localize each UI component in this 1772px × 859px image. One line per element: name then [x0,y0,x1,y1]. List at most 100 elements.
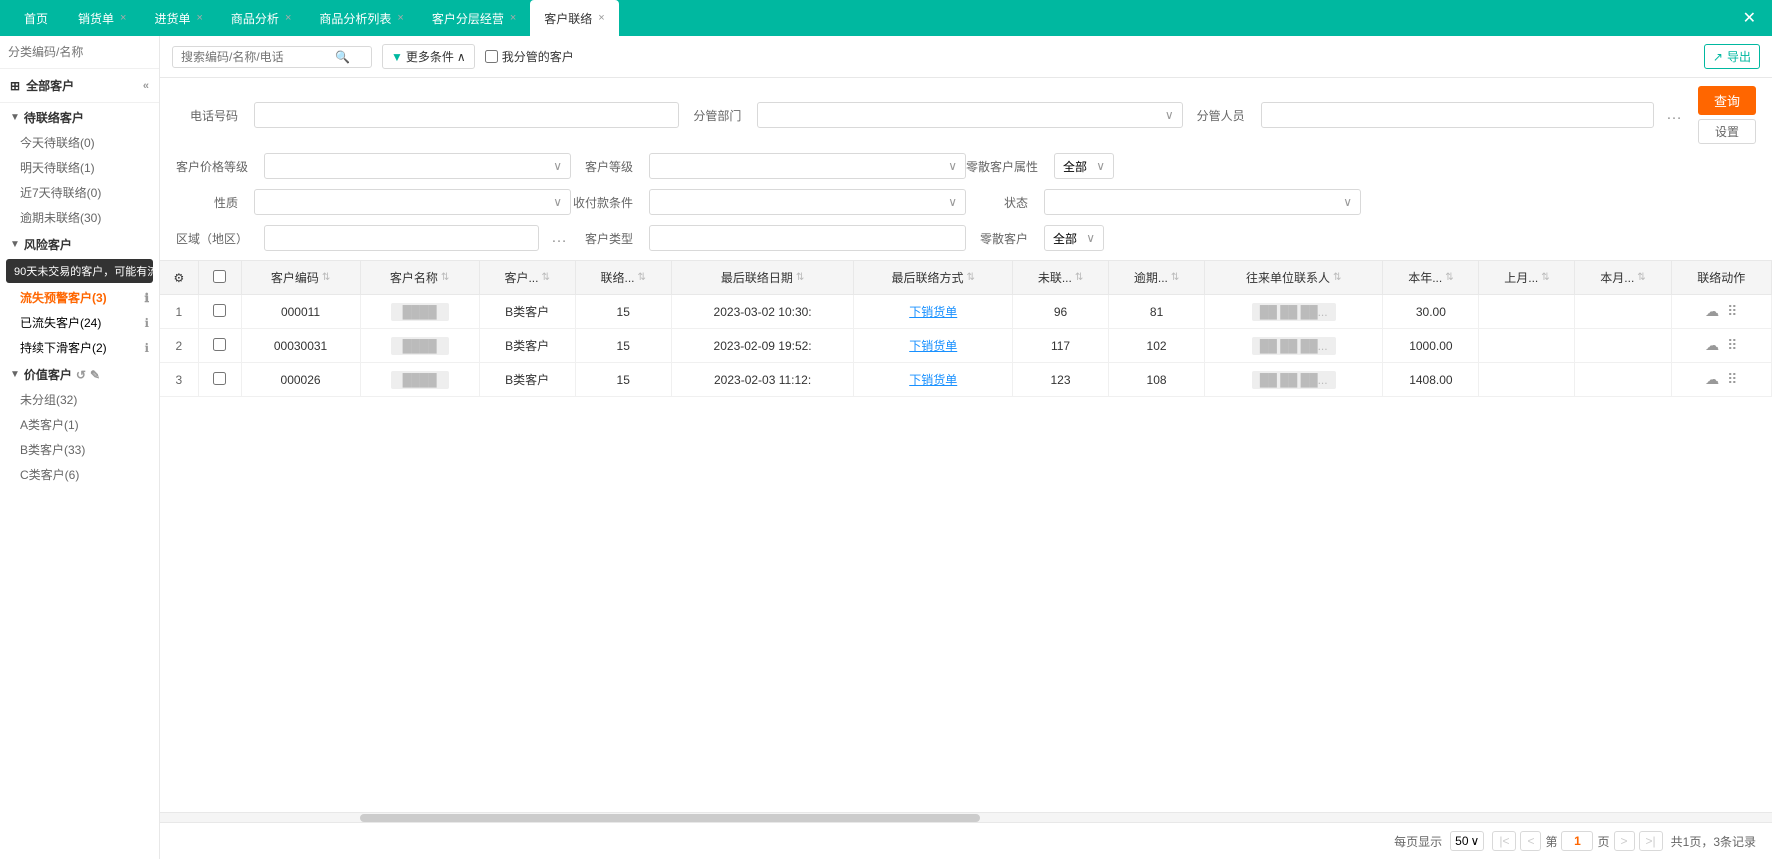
th-uncontacted-sort[interactable]: ⇅ [1075,272,1083,283]
gender-select[interactable]: ∨ [254,189,571,215]
value-refresh-icon[interactable]: ↺ [76,368,86,382]
tab-analysis[interactable]: 商品分析 × [217,0,305,36]
th-last-month: 上月... ⇅ [1479,261,1575,295]
last-page-btn[interactable]: >| [1639,831,1663,851]
tab-customer-tier-close[interactable]: × [510,12,516,24]
sidebar-item-week[interactable]: 近7天待联络(0) [0,180,159,205]
my-customers-filter[interactable]: 我分管的客户 [485,48,574,65]
horizontal-scrollbar[interactable] [160,812,1772,822]
th-type-sort[interactable]: ⇅ [541,272,549,283]
th-contact-sort[interactable]: ⇅ [638,272,646,283]
sidebar-item-unsorted[interactable]: 未分组(32) [0,387,159,412]
sidebar-section-pending[interactable]: ▼ 待联络客户 [0,103,159,130]
first-page-btn[interactable]: |< [1492,831,1516,851]
action-buttons: 查询 设置 [1686,86,1756,144]
tab-sales[interactable]: 销货单 × [64,0,140,36]
page-number-input[interactable] [1561,831,1593,851]
zero-attr-select[interactable]: 全部 ∨ [1054,153,1114,179]
value-arrow-icon: ▼ [10,369,20,380]
tab-analysis-list-label: 商品分析列表 [319,10,391,27]
level-select[interactable]: ∨ [649,153,966,179]
sidebar-item-b-class[interactable]: B类客户(33) [0,437,159,462]
next-page-btn[interactable]: > [1614,831,1635,851]
unsorted-label: 未分组(32) [20,391,77,408]
prev-page-btn[interactable]: < [1520,831,1541,851]
action-more-icon[interactable]: ⠿ [1727,303,1737,320]
sidebar-item-declining[interactable]: 持续下滑客户(2) ℹ [0,335,159,360]
th-unit-contact-sort[interactable]: ⇅ [1333,272,1341,283]
tab-analysis-close[interactable]: × [285,12,291,24]
select-all-checkbox[interactable] [213,270,226,283]
dept-select[interactable]: ∨ [757,102,1182,128]
region-more-btn[interactable]: … [547,229,571,247]
sidebar-section-risk[interactable]: ▼ 风险客户 [0,230,159,257]
sidebar-section-value[interactable]: ▼ 价值客户 ↺ ✎ [0,360,159,387]
th-last-date-sort[interactable]: ⇅ [796,272,804,283]
last-method-link[interactable]: 下销货单 [909,373,957,387]
manager-label: 分管人员 [1183,107,1253,124]
th-last-month-sort[interactable]: ⇅ [1541,272,1549,283]
sidebar-item-c-class[interactable]: C类客户(6) [0,462,159,487]
th-this-month-sort[interactable]: ⇅ [1637,272,1645,283]
value-edit-icon[interactable]: ✎ [90,368,100,382]
tab-sales-close[interactable]: × [120,12,126,24]
per-page-select[interactable]: 50 ∨ [1450,831,1484,851]
tab-analysis-list-close[interactable]: × [397,12,403,24]
sidebar-item-a-class[interactable]: A类客户(1) [0,412,159,437]
window-close-button[interactable]: ✕ [1735,8,1764,28]
th-name-sort[interactable]: ⇅ [441,272,449,283]
last-method-link[interactable]: 下销货单 [909,305,957,319]
more-conditions-btn[interactable]: ▼ 更多条件 ∧ [382,44,475,69]
tab-analysis-label: 商品分析 [231,10,279,27]
manager-select[interactable] [1261,102,1654,128]
sidebar-item-churned[interactable]: 已流失客户(24) ℹ [0,310,159,335]
phone-input[interactable] [254,102,679,128]
query-button[interactable]: 查询 [1698,86,1756,115]
action-contact-icon[interactable]: ☁ [1705,371,1719,388]
th-unit-contact-label: 往来单位联系人 [1246,269,1330,286]
sidebar-item-overdue[interactable]: 逾期未联络(30) [0,205,159,230]
tab-purchase[interactable]: 进货单 × [140,0,216,36]
sidebar-all-customers[interactable]: ⊞ 全部客户 « [0,69,159,103]
status-select[interactable]: ∨ [1044,189,1361,215]
payment-select[interactable]: ∨ [649,189,966,215]
tab-purchase-close[interactable]: × [196,12,202,24]
sidebar-item-today[interactable]: 今天待联络(0) [0,130,159,155]
th-code-sort[interactable]: ⇅ [322,272,330,283]
th-last-method-sort[interactable]: ⇅ [967,272,975,283]
retail-select[interactable]: 全部 ∨ [1044,225,1104,251]
export-button[interactable]: ↗ 导出 [1704,44,1760,69]
manager-more-btn[interactable]: … [1662,106,1686,124]
th-this-year-sort[interactable]: ⇅ [1445,272,1453,283]
region-select[interactable] [264,225,539,251]
tab-customer-contact-close[interactable]: × [598,12,604,24]
search-input[interactable] [181,50,331,64]
sidebar-item-tomorrow[interactable]: 明天待联络(1) [0,155,159,180]
tab-home[interactable]: 首页 [8,0,64,36]
my-customers-checkbox[interactable] [485,50,498,63]
sidebar-item-churn-pred[interactable]: 流失预警客户(3) ℹ [0,285,159,310]
last-method-link[interactable]: 下销货单 [909,339,957,353]
gear-icon[interactable]: ⚙ [173,271,184,285]
scrollbar-thumb[interactable] [360,814,980,822]
declining-info-icon[interactable]: ℹ [144,341,149,355]
customer-type-select[interactable] [649,225,966,251]
action-more-icon[interactable]: ⠿ [1727,337,1737,354]
action-contact-icon[interactable]: ☁ [1705,303,1719,320]
sidebar-search-input[interactable] [8,45,160,59]
sidebar-collapse-icon[interactable]: « [143,80,149,92]
tab-customer-contact[interactable]: 客户联络 × [530,0,618,36]
action-more-icon[interactable]: ⠿ [1727,371,1737,388]
search-submit-icon[interactable]: 🔍 [335,50,350,64]
row-checkbox-1[interactable] [213,338,226,351]
row-checkbox-2[interactable] [213,372,226,385]
row-checkbox-0[interactable] [213,304,226,317]
settings-button[interactable]: 设置 [1698,119,1756,144]
action-contact-icon[interactable]: ☁ [1705,337,1719,354]
price-select[interactable]: ∨ [264,153,571,179]
churned-info-icon[interactable]: ℹ [144,316,149,330]
tab-customer-tier[interactable]: 客户分层经营 × [418,0,530,36]
churn-pred-info-icon[interactable]: ℹ [144,291,149,305]
tab-analysis-list[interactable]: 商品分析列表 × [305,0,417,36]
th-overdue-sort[interactable]: ⇅ [1171,272,1179,283]
